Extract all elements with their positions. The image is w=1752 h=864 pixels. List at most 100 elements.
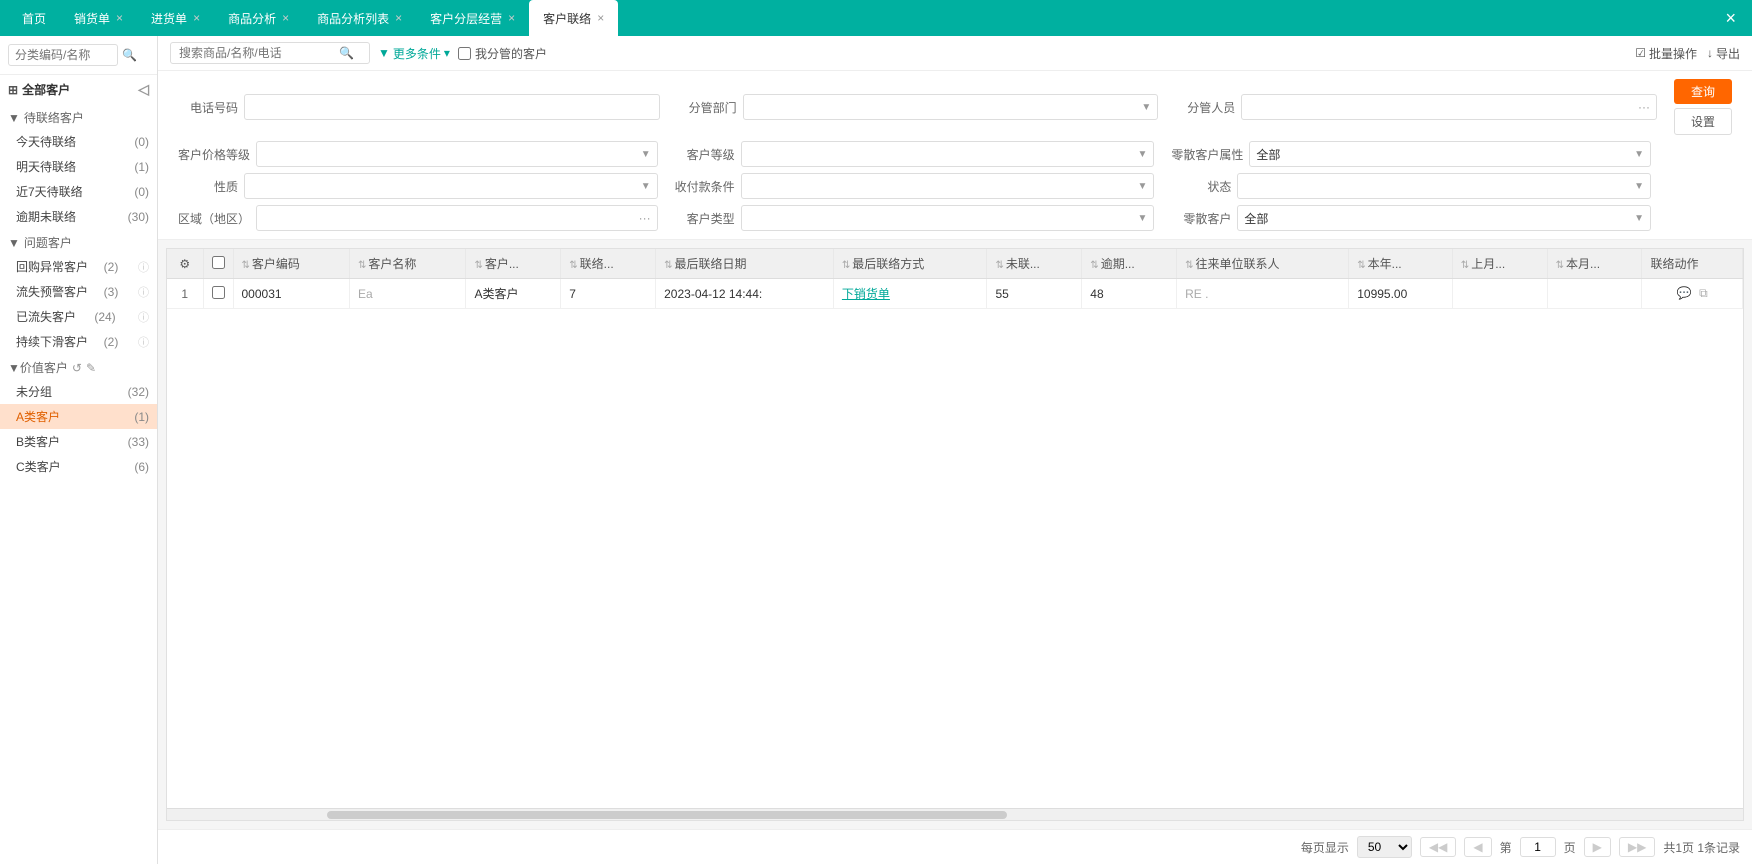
sidebar-item-class-b[interactable]: B类客户(33) — [0, 429, 157, 454]
row-checkbox[interactable] — [212, 286, 225, 299]
close-product-analysis-list[interactable]: × — [395, 11, 402, 25]
filter-search-input[interactable] — [179, 46, 339, 60]
close-customer-tier[interactable]: × — [508, 11, 515, 25]
payment-select[interactable]: ▼ — [741, 173, 1155, 199]
nav-home[interactable]: 首页 — [8, 0, 60, 36]
table-scroll[interactable]: ⚙ ⇅客户编码 ⇅客户名称 ⇅客户... ⇅联络... ⇅最后联络日期 ⇅最后联… — [167, 249, 1743, 808]
nav-purchase-order[interactable]: 进货单 × — [137, 0, 214, 36]
more-filters-btn[interactable]: ▼ 更多条件 ▾ — [378, 45, 450, 62]
page-size-select[interactable]: 50 100 200 — [1357, 836, 1412, 858]
horizontal-scrollbar[interactable] — [167, 808, 1743, 820]
sidebar-group-pending[interactable]: ▼ 待联络客户 — [0, 104, 157, 129]
batch-op-btn[interactable]: ☑ 批量操作 — [1635, 45, 1697, 62]
last-page-btn[interactable]: ▶▶ — [1619, 837, 1655, 857]
my-customers-checkbox[interactable] — [458, 47, 471, 60]
action-icon-link[interactable]: ⧉ — [1699, 286, 1708, 300]
col-header-unit-contact: ⇅往来单位联系人 — [1177, 249, 1349, 279]
export-btn[interactable]: ↓ 导出 — [1707, 45, 1740, 62]
close-customer-contact[interactable]: × — [597, 11, 604, 25]
col-gear[interactable]: ⚙ — [167, 249, 203, 279]
close-sales-order[interactable]: × — [116, 11, 123, 25]
sidebar-group-value[interactable]: ▼ 价值客户 ↺ ✎ — [0, 354, 157, 379]
row-customer-type: A类客户 — [466, 279, 561, 309]
sidebar-all-customers[interactable]: ⊞ 全部客户 ◁ — [0, 75, 157, 104]
row-unit-contact: RE . — [1177, 279, 1349, 309]
filter-row-2: 客户价格等级 ▼ 客户等级 ▼ 零散客户属性 全部 — [170, 141, 1740, 167]
close-product-analysis[interactable]: × — [282, 11, 289, 25]
nav-product-analysis-list[interactable]: 商品分析列表 × — [303, 0, 416, 36]
filter-cell-customer-level: 客户等级 ▼ — [667, 141, 1164, 167]
first-page-btn[interactable]: ◀◀ — [1420, 837, 1456, 857]
scrollbar-thumb — [327, 811, 1007, 819]
row-last-month — [1452, 279, 1547, 309]
settings-button[interactable]: 设置 — [1674, 108, 1732, 135]
info-icon-declining: ⓘ — [138, 334, 149, 350]
dept-select[interactable]: ▼ — [743, 94, 1159, 120]
retail-customer-select[interactable]: 全部 ▼ — [1237, 205, 1651, 231]
row-last-date: 2023-04-12 14:44: — [656, 279, 834, 309]
query-button[interactable]: 查询 — [1674, 79, 1732, 104]
filter-search-box: 🔍 — [170, 42, 370, 64]
col-header-overdue: ⇅逾期... — [1082, 249, 1177, 279]
row-this-month — [1547, 279, 1642, 309]
filter-bar: 🔍 ▼ 更多条件 ▾ 我分管的客户 ☑ 批量操作 ↓ 导出 — [158, 36, 1752, 71]
sidebar-item-declining[interactable]: 持续下滑客户(2)ⓘ — [0, 329, 157, 354]
sidebar-item-repurchase-abnormal[interactable]: 回购异常客户(2)ⓘ — [0, 254, 157, 279]
sidebar-item-churned[interactable]: 已流失客户(24)ⓘ — [0, 304, 157, 329]
col-header-name: ⇅客户名称 — [349, 249, 465, 279]
sidebar-item-overdue-pending[interactable]: 逾期未联络(30) — [0, 204, 157, 229]
col-header-this-year: ⇅本年... — [1349, 249, 1453, 279]
sidebar-item-unclassified[interactable]: 未分组(32) — [0, 379, 157, 404]
export-icon: ↓ — [1707, 46, 1713, 60]
col-header-last-method: ⇅最后联络方式 — [833, 249, 987, 279]
refresh-icon[interactable]: ↺ — [72, 361, 82, 375]
action-icon-chat[interactable]: 💬 — [1677, 286, 1692, 300]
select-all-checkbox[interactable] — [212, 256, 225, 269]
filter-search-icon[interactable]: 🔍 — [339, 46, 354, 60]
sidebar-item-tomorrow-pending[interactable]: 明天待联络(1) — [0, 154, 157, 179]
filter-cell-dept: 分管部门 ▼ — [669, 94, 1168, 120]
nav-close-all[interactable]: × — [1717, 8, 1744, 29]
customer-level-select[interactable]: ▼ — [741, 141, 1155, 167]
table-area: ⚙ ⇅客户编码 ⇅客户名称 ⇅客户... ⇅联络... ⇅最后联络日期 ⇅最后联… — [166, 248, 1744, 821]
filter-cell-status: 状态 ▼ — [1163, 173, 1660, 199]
row-code: 000031 — [233, 279, 349, 309]
row-actions: 💬 ⧉ — [1642, 279, 1743, 309]
nav-sales-order[interactable]: 销货单 × — [60, 0, 137, 36]
status-select[interactable]: ▼ — [1237, 173, 1651, 199]
price-level-select[interactable]: ▼ — [256, 141, 658, 167]
phone-input[interactable] — [244, 94, 660, 120]
nav-customer-tier[interactable]: 客户分层经营 × — [416, 0, 529, 36]
sidebar-item-churn-warning[interactable]: 流失预警客户(3)ⓘ — [0, 279, 157, 304]
row-not-contacted: 55 — [987, 279, 1082, 309]
my-customers-checkbox-area: 我分管的客户 — [458, 45, 547, 62]
page-input[interactable] — [1520, 837, 1556, 857]
collapse-sidebar-icon[interactable]: ◁ — [138, 81, 149, 98]
sidebar-search-input[interactable] — [8, 44, 118, 66]
filter-row-3: 性质 ▼ 收付款条件 ▼ 状态 — [170, 173, 1740, 199]
last-method-link[interactable]: 下销货单 — [842, 287, 890, 301]
next-page-btn[interactable]: ▶ — [1584, 837, 1611, 857]
edit-icon[interactable]: ✎ — [86, 361, 96, 375]
sidebar-group-problem[interactable]: ▼ 问题客户 — [0, 229, 157, 254]
sidebar-item-today-pending[interactable]: 今天待联络(0) — [0, 129, 157, 154]
prev-page-btn[interactable]: ◀ — [1464, 837, 1491, 857]
sidebar-item-7days-pending[interactable]: 近7天待联络(0) — [0, 179, 157, 204]
nature-select[interactable]: ▼ — [244, 173, 658, 199]
retail-attr-select[interactable]: 全部 ▼ — [1249, 141, 1651, 167]
sidebar-search-icon[interactable]: 🔍 — [122, 48, 137, 62]
col-checkbox-header[interactable] — [203, 249, 233, 279]
content-area: 🔍 ▼ 更多条件 ▾ 我分管的客户 ☑ 批量操作 ↓ 导出 — [158, 36, 1752, 864]
sidebar-item-class-c[interactable]: C类客户(6) — [0, 454, 157, 479]
sidebar-item-class-a[interactable]: A类客户(1) — [0, 404, 157, 429]
person-select[interactable]: ··· — [1241, 94, 1657, 120]
region-select[interactable]: ··· — [256, 205, 658, 231]
nav-product-analysis[interactable]: 商品分析 × — [214, 0, 303, 36]
action-buttons: 查询 设置 — [1666, 79, 1740, 135]
close-purchase-order[interactable]: × — [193, 11, 200, 25]
filter-cell-retail-customer: 零散客户 全部 ▼ — [1163, 205, 1660, 231]
sidebar-search-area: 🔍 — [0, 36, 157, 75]
customer-type-select[interactable]: ▼ — [741, 205, 1155, 231]
nav-customer-contact[interactable]: 客户联络 × — [529, 0, 618, 36]
row-checkbox-cell — [203, 279, 233, 309]
